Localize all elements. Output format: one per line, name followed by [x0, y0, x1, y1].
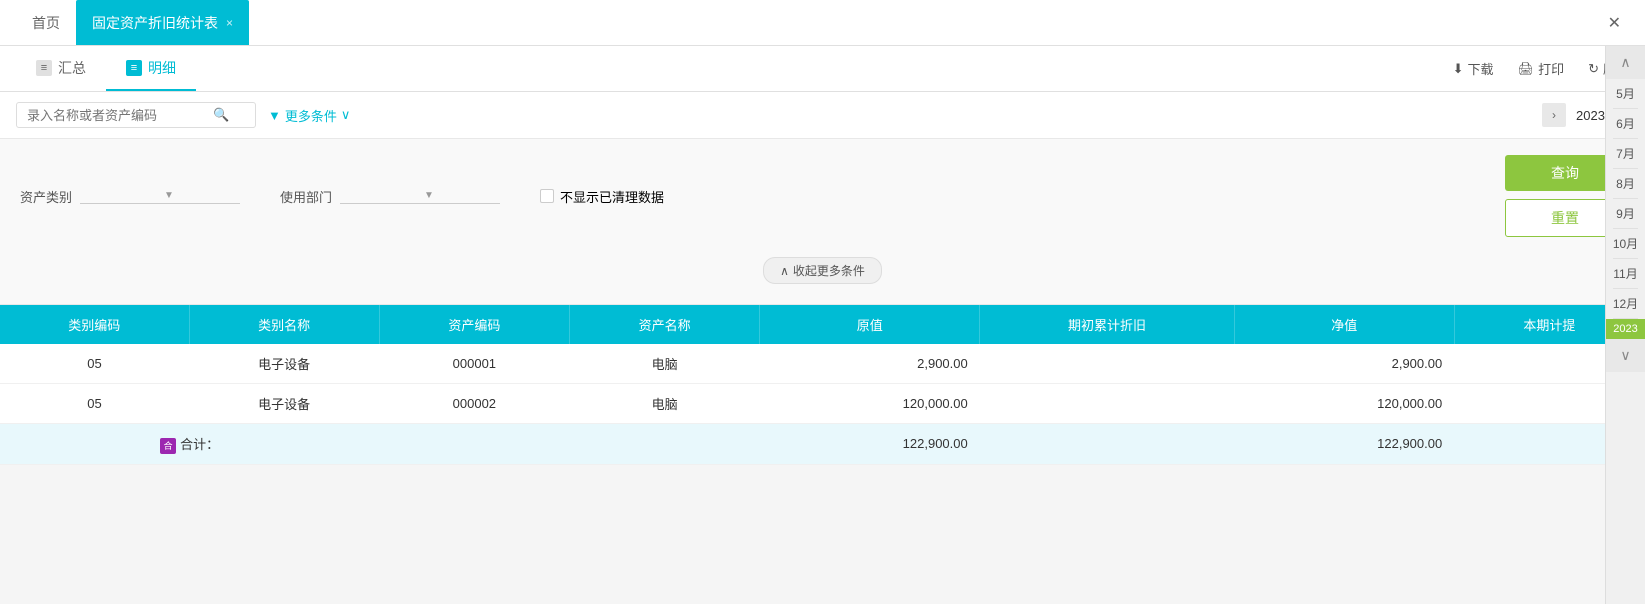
department-arrow-icon: ▼ — [424, 190, 496, 201]
sidebar-month-item[interactable]: 6月 — [1613, 109, 1638, 139]
total-asset-name — [569, 424, 759, 465]
col-net-value: 净值 — [1234, 305, 1454, 344]
asset-category-arrow-icon: ▼ — [164, 190, 236, 201]
cell-net-value: 120,000.00 — [1234, 384, 1454, 424]
sidebar-month-item[interactable]: 8月 — [1613, 169, 1638, 199]
total-original-value: 122,900.00 — [760, 424, 980, 465]
search-bar: 🔍 ▼ 更多条件 ∨ › 2023.01 — [0, 92, 1645, 139]
collapse-button[interactable]: ∧ 收起更多条件 — [763, 257, 882, 284]
sidebar-month-item[interactable]: 10月 — [1613, 229, 1638, 259]
filter-icon: ▼ — [268, 108, 281, 123]
nav-home[interactable]: 首页 — [16, 13, 76, 33]
active-tab: 固定资产折旧统计表 × — [76, 0, 249, 45]
total-label-cell: 合合计： — [0, 424, 379, 465]
asset-category-filter: 资产类别 ▼ — [20, 187, 240, 206]
checkbox-icon — [540, 189, 554, 203]
total-net-value: 122,900.00 — [1234, 424, 1454, 465]
window-close-icon[interactable]: ✕ — [1600, 9, 1629, 37]
sidebar-down-arrow[interactable]: ∨ — [1606, 339, 1645, 372]
summary-icon: ≡ — [36, 60, 52, 76]
cell-asset-name: 电脑 — [569, 344, 759, 384]
sidebar-months: 5月6月7月8月9月10月11月12月 — [1613, 79, 1638, 319]
filter-row: 资产类别 ▼ 使用部门 ▼ 不显示已清理数据 查询 重置 — [20, 155, 1625, 237]
cell-original-value: 120,000.00 — [760, 384, 980, 424]
detail-icon: ≡ — [126, 60, 142, 76]
cell-category-code: 05 — [0, 384, 189, 424]
total-icon: 合 — [160, 438, 176, 454]
tab-detail-label: 明细 — [148, 58, 176, 78]
asset-category-label: 资产类别 — [20, 187, 72, 206]
col-category-code: 类别编码 — [0, 305, 189, 344]
cell-accumulated-depreciation — [980, 344, 1234, 384]
tab-summary[interactable]: ≡ 汇总 — [16, 46, 106, 91]
refresh-icon: ↻ — [1588, 61, 1599, 77]
search-wrap[interactable]: 🔍 — [16, 102, 256, 128]
col-asset-code: 资产编码 — [379, 305, 569, 344]
print-button[interactable]: 🖨 打印 — [1518, 59, 1565, 78]
filter-area: 资产类别 ▼ 使用部门 ▼ 不显示已清理数据 查询 重置 ∧ 收起更多条件 — [0, 139, 1645, 305]
cell-category-name: 电子设备 — [189, 344, 379, 384]
col-category-name: 类别名称 — [189, 305, 379, 344]
toolbar-actions: ⬇ 下载 🖨 打印 ↻ 刷新 — [1453, 59, 1629, 78]
cell-asset-code: 000002 — [379, 384, 569, 424]
table-container: 类别编码 类别名称 资产编码 资产名称 原值 期初累计折旧 净值 本期计提 05… — [0, 305, 1645, 465]
total-accumulated-depreciation — [980, 424, 1234, 465]
right-sidebar: ∧ 5月6月7月8月9月10月11月12月 2023 ∨ — [1605, 46, 1645, 604]
date-prev-arrow[interactable]: › — [1542, 103, 1566, 127]
data-table: 类别编码 类别名称 资产编码 资产名称 原值 期初累计折旧 净值 本期计提 05… — [0, 305, 1645, 465]
collapse-label: 收起更多条件 — [793, 262, 865, 279]
close-tab-icon[interactable]: × — [226, 16, 233, 30]
sidebar-month-item[interactable]: 11月 — [1613, 259, 1638, 289]
collapse-bar: ∧ 收起更多条件 — [20, 249, 1625, 288]
table-header-row: 类别编码 类别名称 资产编码 资产名称 原值 期初累计折旧 净值 本期计提 — [0, 305, 1645, 344]
table-total-row: 合合计： 122,900.00 122,900.00 — [0, 424, 1645, 465]
download-icon: ⬇ — [1453, 61, 1464, 77]
download-label: 下载 — [1468, 59, 1494, 78]
department-filter: 使用部门 ▼ — [280, 187, 500, 206]
more-filters-label: 更多条件 — [285, 106, 337, 125]
cell-original-value: 2,900.00 — [760, 344, 980, 384]
search-input[interactable] — [27, 108, 207, 123]
cell-accumulated-depreciation — [980, 384, 1234, 424]
cell-category-code: 05 — [0, 344, 189, 384]
print-label: 打印 — [1538, 59, 1564, 78]
col-original-value: 原值 — [760, 305, 980, 344]
exclude-cleared-checkbox[interactable]: 不显示已清理数据 — [540, 187, 664, 206]
sidebar-month-item[interactable]: 5月 — [1613, 79, 1638, 109]
download-button[interactable]: ⬇ 下载 — [1453, 59, 1494, 78]
cell-asset-name: 电脑 — [569, 384, 759, 424]
sidebar-month-item[interactable]: 9月 — [1613, 199, 1638, 229]
sidebar-up-arrow[interactable]: ∧ — [1606, 46, 1645, 79]
active-tab-label: 固定资产折旧统计表 — [92, 13, 218, 33]
department-select[interactable]: ▼ — [340, 188, 500, 204]
table-row: 05 电子设备 000001 电脑 2,900.00 2,900.00 — [0, 344, 1645, 384]
print-icon: 🖨 — [1518, 61, 1535, 77]
tab-summary-label: 汇总 — [58, 58, 86, 78]
collapse-icon: ∧ — [780, 264, 789, 278]
sub-tabs-bar: ≡ 汇总 ≡ 明细 ⬇ 下载 🖨 打印 ↻ 刷新 — [0, 46, 1645, 92]
cell-category-name: 电子设备 — [189, 384, 379, 424]
more-filters-button[interactable]: ▼ 更多条件 ∨ — [268, 106, 350, 125]
cell-asset-code: 000001 — [379, 344, 569, 384]
sidebar-month-item[interactable]: 7月 — [1613, 139, 1638, 169]
exclude-cleared-label: 不显示已清理数据 — [560, 187, 664, 206]
col-asset-name: 资产名称 — [569, 305, 759, 344]
asset-category-select[interactable]: ▼ — [80, 188, 240, 204]
chevron-down-icon: ∨ — [341, 107, 351, 123]
year-badge[interactable]: 2023 — [1606, 319, 1645, 339]
cell-net-value: 2,900.00 — [1234, 344, 1454, 384]
table-row: 05 电子设备 000002 电脑 120,000.00 120,000.00 — [0, 384, 1645, 424]
total-asset-code — [379, 424, 569, 465]
sidebar-month-item[interactable]: 12月 — [1613, 289, 1638, 319]
top-nav: 首页 固定资产折旧统计表 × ✕ — [0, 0, 1645, 46]
tab-detail[interactable]: ≡ 明细 — [106, 46, 196, 91]
search-icon[interactable]: 🔍 — [213, 107, 229, 123]
col-accumulated-depreciation: 期初累计折旧 — [980, 305, 1234, 344]
department-label: 使用部门 — [280, 187, 332, 206]
